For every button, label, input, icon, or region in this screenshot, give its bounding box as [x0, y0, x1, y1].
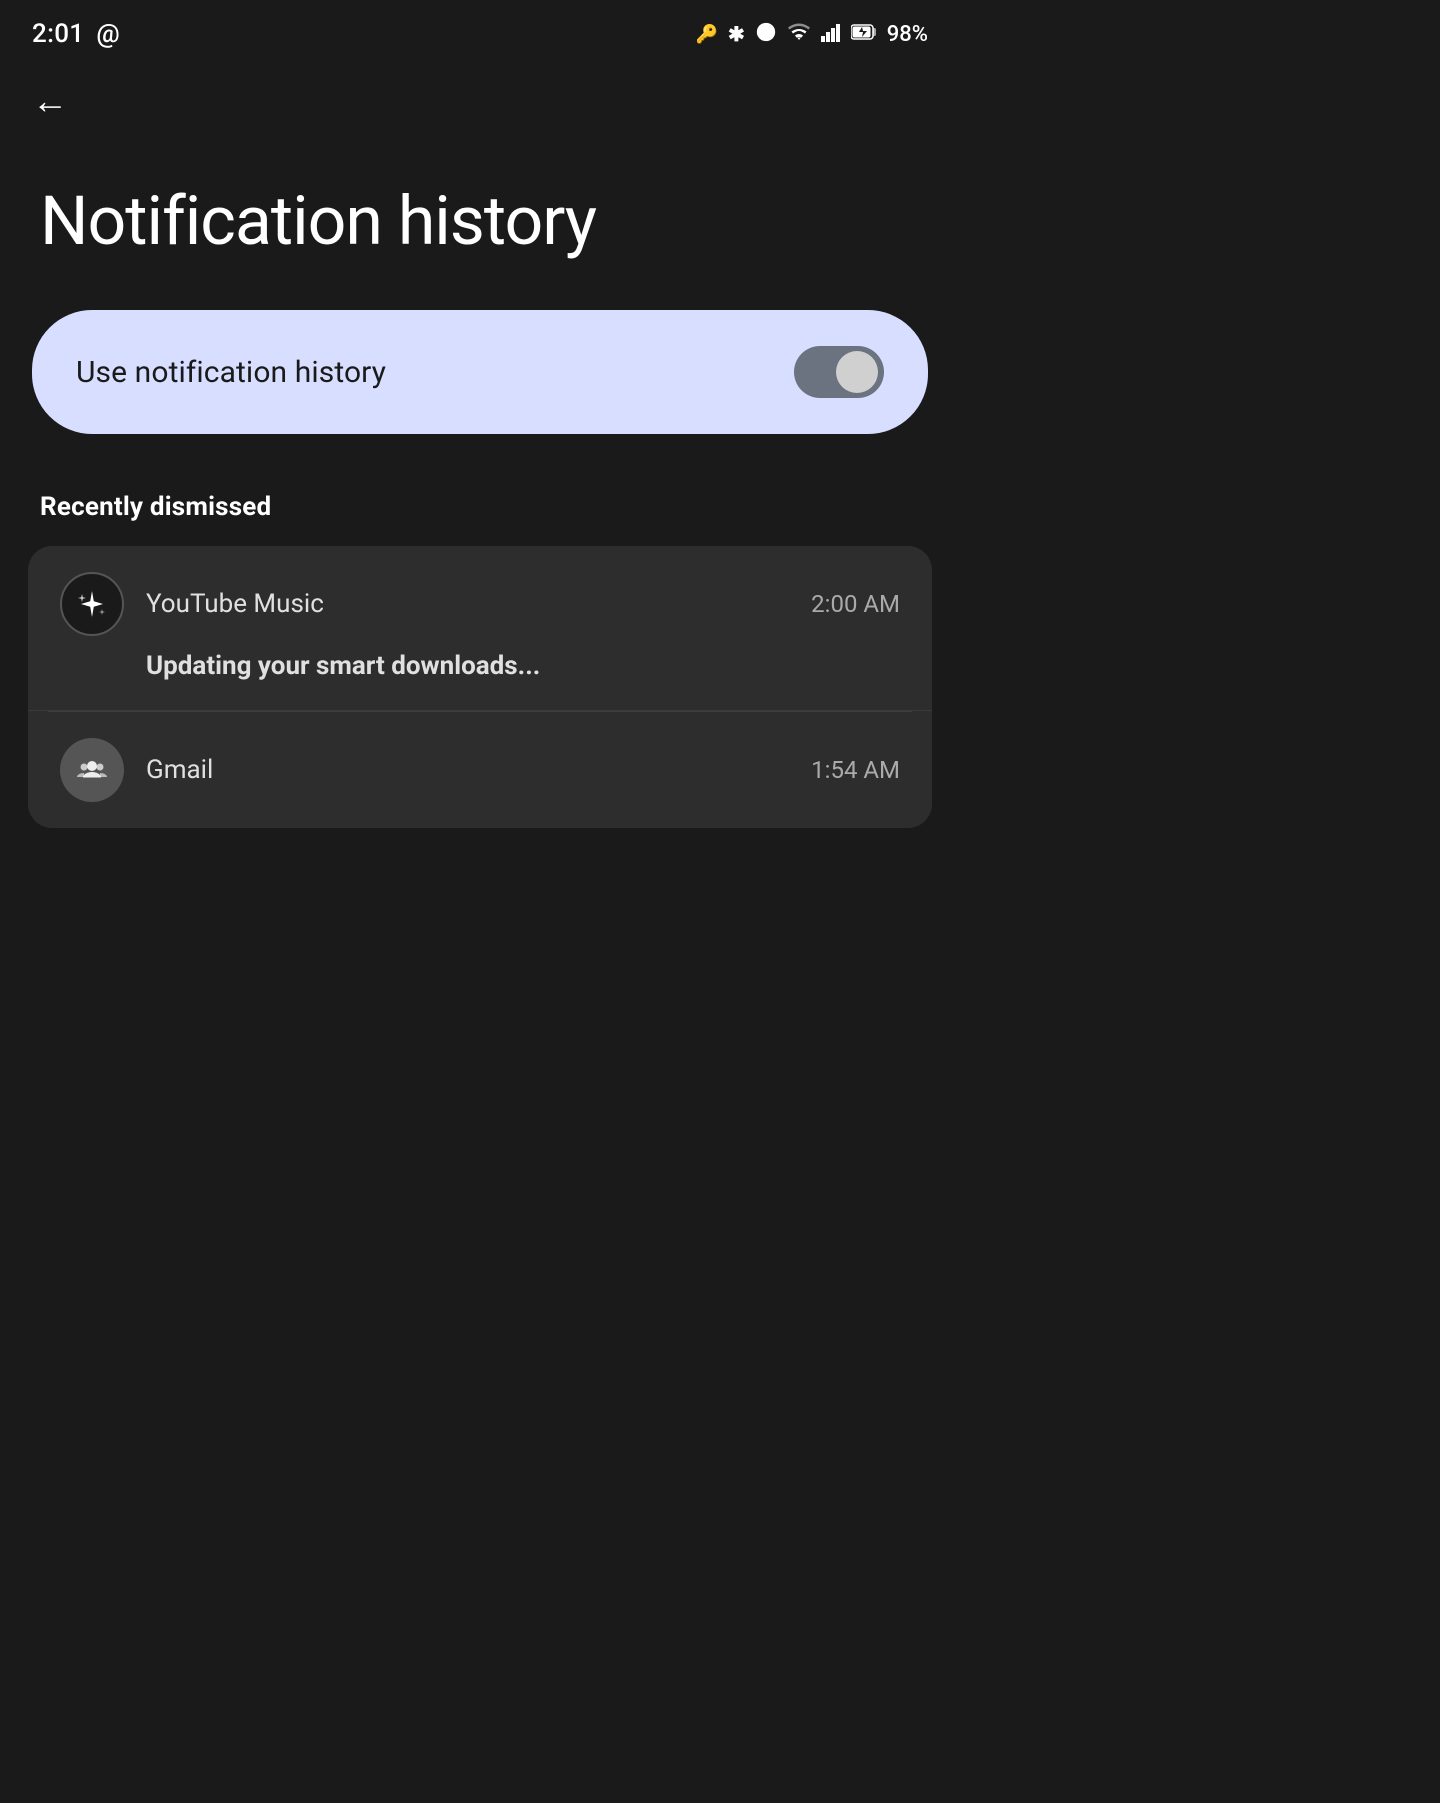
toggle-label: Use notification history [76, 355, 386, 390]
use-notification-history-toggle[interactable] [794, 346, 884, 398]
status-time-section: 2:01 @ [32, 19, 120, 49]
notification-header-row-gmail: Gmail 1:54 AM [60, 738, 900, 802]
section-label: Recently dismissed [40, 492, 271, 522]
wifi-icon [787, 22, 811, 46]
toggle-card[interactable]: Use notification history [32, 310, 928, 434]
recently-dismissed-section-header: Recently dismissed [0, 482, 960, 546]
status-icons: 🔑 ✱ [696, 21, 928, 48]
back-button-row: ← [0, 60, 960, 132]
toggle-knob [836, 351, 878, 393]
list-item[interactable]: YouTube Music 2:00 AM Updating your smar… [28, 546, 932, 711]
status-time: 2:01 [32, 19, 84, 49]
app-info-gmail: Gmail [60, 738, 213, 802]
status-at: @ [96, 19, 120, 49]
list-item[interactable]: Gmail 1:54 AM [28, 712, 932, 828]
notification-card: YouTube Music 2:00 AM Updating your smar… [28, 546, 932, 828]
app-name-youtube-music: YouTube Music [146, 589, 324, 619]
key-icon: 🔑 [696, 24, 718, 45]
youtube-music-app-icon [60, 572, 124, 636]
mute-icon [755, 21, 777, 48]
page-title: Notification history [40, 182, 920, 260]
app-name-gmail: Gmail [146, 755, 213, 785]
battery-icon [851, 23, 877, 45]
bluetooth-icon: ✱ [728, 22, 745, 46]
signal-icon [821, 22, 841, 46]
back-button[interactable]: ← [32, 80, 68, 122]
notification-time-gmail: 1:54 AM [811, 756, 900, 784]
page-title-section: Notification history [0, 132, 960, 310]
app-info: YouTube Music [60, 572, 324, 636]
notification-body-youtube: Updating your smart downloads... [60, 650, 900, 684]
notification-header-row: YouTube Music 2:00 AM [60, 572, 900, 636]
notification-time-youtube: 2:00 AM [811, 590, 900, 618]
notification-message-youtube: Updating your smart downloads... [146, 651, 540, 681]
gmail-app-icon [60, 738, 124, 802]
status-bar: 2:01 @ 🔑 ✱ [0, 0, 960, 60]
notifications-container: YouTube Music 2:00 AM Updating your smar… [0, 546, 960, 828]
battery-percent: 98% [887, 22, 928, 47]
toggle-section: Use notification history [0, 310, 960, 434]
